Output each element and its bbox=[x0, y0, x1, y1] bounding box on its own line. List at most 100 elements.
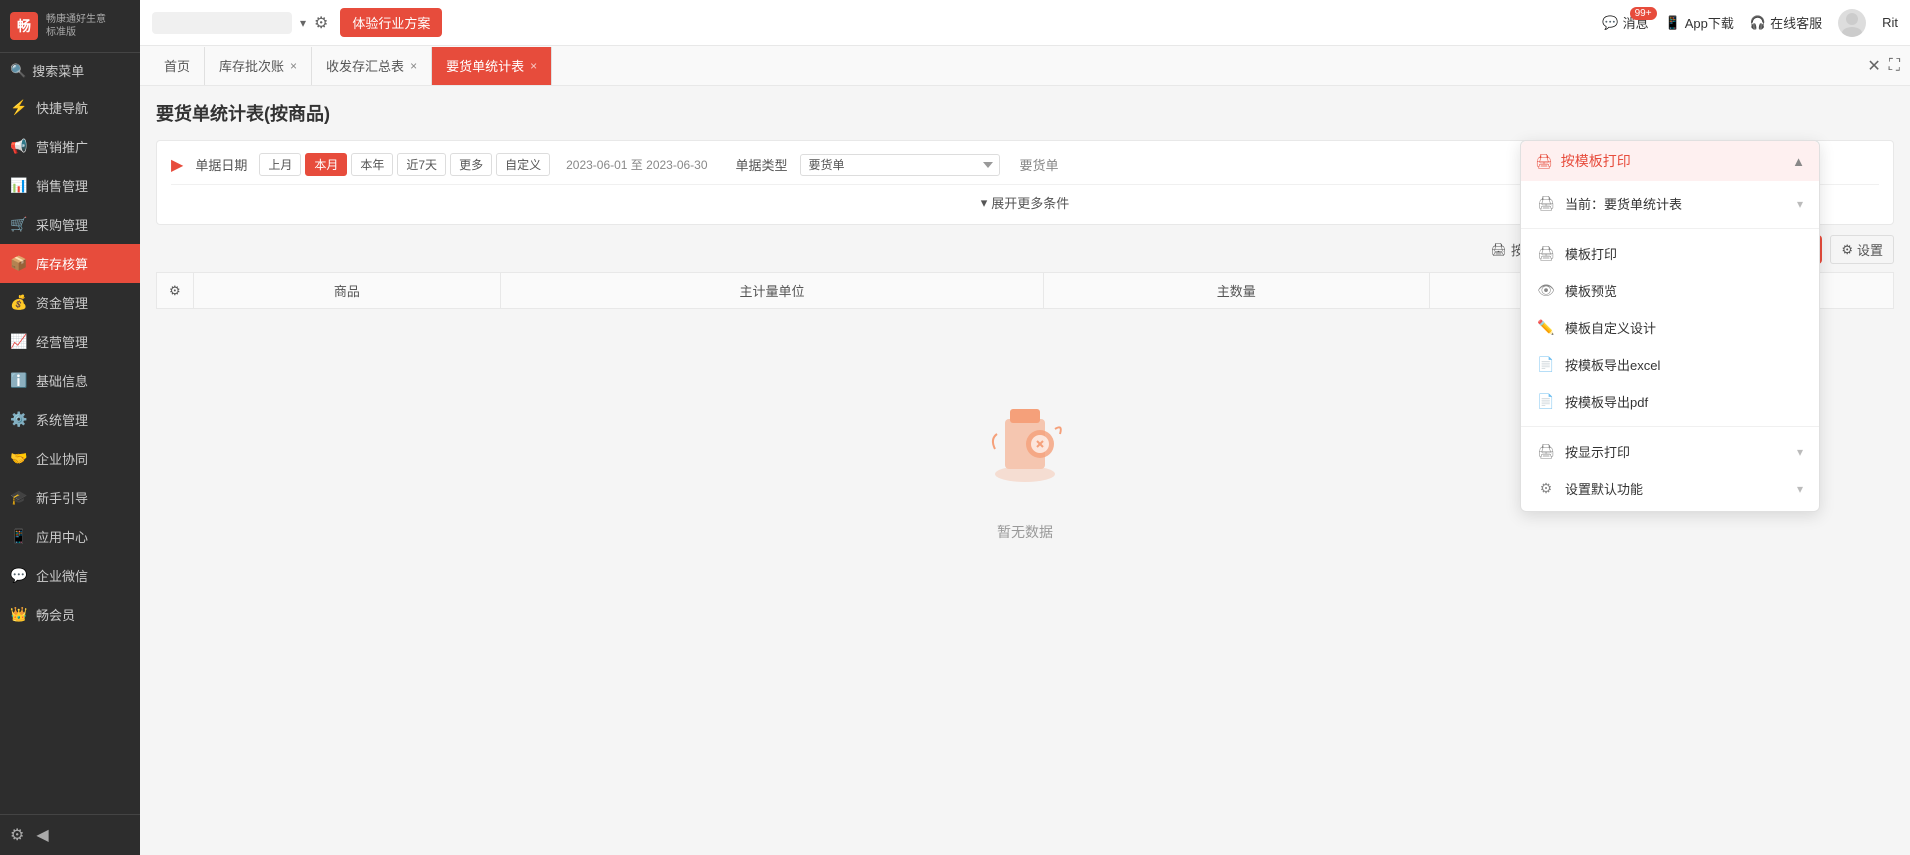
sidebar-item-wechat[interactable]: 💬 企业微信 bbox=[0, 556, 140, 595]
dropdown-section-current: 🖨 当前：要货单统计表 ▾ bbox=[1521, 181, 1819, 226]
settings-label: 设置 bbox=[1857, 240, 1883, 259]
online-service-label: 在线客服 bbox=[1770, 13, 1822, 32]
sidebar-item-label: 基础信息 bbox=[36, 371, 88, 390]
marketing-icon: 📢 bbox=[10, 138, 28, 156]
divider-2 bbox=[1521, 426, 1819, 427]
date-range-label: 2023-06-01 至 2023-06-30 bbox=[566, 156, 707, 173]
dropdown-item-export-excel[interactable]: 📄 按模板导出excel bbox=[1521, 346, 1819, 383]
sidebar-item-inventory[interactable]: 📦 库存核算 bbox=[0, 244, 140, 283]
date-btn-custom[interactable]: 自定义 bbox=[496, 153, 550, 176]
sidebar-item-label: 资金管理 bbox=[36, 293, 88, 312]
dropdown-display-print[interactable]: 🖨 按显示打印 ▾ bbox=[1521, 433, 1819, 470]
collapse-icon[interactable]: ◀ bbox=[36, 825, 48, 845]
tab-home[interactable]: 首页 bbox=[150, 47, 205, 85]
sidebar-item-finance[interactable]: 💰 资金管理 bbox=[0, 283, 140, 322]
sidebar-item-newbie[interactable]: 🎓 新手引导 bbox=[0, 478, 140, 517]
dropdown-item-template-preview[interactable]: 👁 模板预览 bbox=[1521, 272, 1819, 309]
tab-batch-account[interactable]: 库存批次账 × bbox=[205, 47, 312, 85]
sales-icon: 📊 bbox=[10, 177, 28, 195]
topbar: ▾ ⚙ 体验行业方案 💬 消息 99+ 📱 App下载 🎧 在线客服 Rit bbox=[140, 0, 1910, 46]
date-btn-7days[interactable]: 近7天 bbox=[397, 153, 446, 176]
type-filter-label: 单据类型 bbox=[736, 155, 788, 174]
logo-text: 畅康通好生意 标准版 bbox=[46, 13, 106, 39]
dropdown-item-template-print[interactable]: 🖨 模板打印 bbox=[1521, 235, 1819, 272]
topbar-dropdown-button[interactable]: ▾ bbox=[300, 16, 306, 30]
empty-text: 暂无数据 bbox=[997, 522, 1053, 542]
dropdown-header[interactable]: 🖨 按模板打印 ▲ bbox=[1521, 141, 1819, 181]
tab-collection-summary-close[interactable]: × bbox=[410, 59, 417, 73]
sidebar-item-label: 快捷导航 bbox=[36, 98, 88, 117]
sidebar-item-system[interactable]: ⚙️ 系统管理 bbox=[0, 400, 140, 439]
online-service-button[interactable]: 🎧 在线客服 bbox=[1750, 13, 1822, 32]
sidebar-logo: 畅 畅康通好生意 标准版 bbox=[0, 0, 140, 53]
chevron-up-icon: ▲ bbox=[1792, 154, 1805, 169]
settings-button[interactable]: ⚙ 设置 bbox=[1830, 235, 1894, 264]
dropdown-section-extra: 🖨 按显示打印 ▾ ⚙ 设置默认功能 ▾ bbox=[1521, 429, 1819, 511]
dropdown-title: 按模板打印 bbox=[1561, 151, 1631, 171]
dropdown-set-default[interactable]: ⚙ 设置默认功能 ▾ bbox=[1521, 470, 1819, 507]
sidebar-item-app[interactable]: 📱 应用中心 bbox=[0, 517, 140, 556]
message-button[interactable]: 💬 消息 99+ bbox=[1602, 13, 1648, 32]
tab-batch-account-close[interactable]: × bbox=[290, 59, 297, 73]
filter-date-buttons: 上月 本月 本年 近7天 更多 自定义 bbox=[259, 153, 550, 176]
sidebar-item-operation[interactable]: 📈 经营管理 bbox=[0, 322, 140, 361]
dropdown-header-right: ▲ bbox=[1792, 154, 1805, 169]
username-label[interactable]: Rit bbox=[1882, 15, 1898, 30]
tab-collection-summary-label: 收发存汇总表 bbox=[326, 56, 404, 75]
sidebar-item-shortcut[interactable]: ⚡ 快捷导航 bbox=[0, 88, 140, 127]
sidebar-item-sales[interactable]: 📊 销售管理 bbox=[0, 166, 140, 205]
sidebar-item-marketing[interactable]: 📢 营销推广 bbox=[0, 127, 140, 166]
export-pdf-icon: 📄 bbox=[1537, 393, 1555, 411]
search-menu[interactable]: 🔍 搜索菜单 bbox=[0, 53, 140, 88]
date-btn-last-month[interactable]: 上月 bbox=[259, 153, 301, 176]
dropdown-current-item[interactable]: 🖨 当前：要货单统计表 ▾ bbox=[1521, 185, 1819, 222]
tabs-bar: 首页 库存批次账 × 收发存汇总表 × 要货单统计表 × ✕ ⛶ bbox=[140, 46, 1910, 86]
topbar-settings-button[interactable]: ⚙ bbox=[314, 13, 328, 33]
app-download-button[interactable]: 📱 App下载 bbox=[1665, 13, 1734, 32]
date-filter-label: 单据日期 bbox=[195, 155, 247, 174]
phone-icon: 📱 bbox=[1665, 15, 1681, 31]
sidebar-item-basic[interactable]: ℹ️ 基础信息 bbox=[0, 361, 140, 400]
tab-order-stats-label: 要货单统计表 bbox=[446, 56, 524, 75]
sidebar-item-member[interactable]: 👑 畅会员 bbox=[0, 595, 140, 634]
topbar-right: 💬 消息 99+ 📱 App下载 🎧 在线客服 Rit bbox=[1602, 9, 1898, 37]
print-template-dropdown: 🖨 按模板打印 ▲ 🖨 当前：要货单统计表 ▾ 🖨 模板打印 👁 模板预览 ✏️… bbox=[1520, 140, 1820, 512]
col-settings[interactable]: ⚙ bbox=[157, 273, 194, 309]
date-btn-this-year[interactable]: 本年 bbox=[351, 153, 393, 176]
shortcut-icon: ⚡ bbox=[10, 99, 28, 117]
template-preview-label: 模板预览 bbox=[1565, 281, 1617, 300]
expand-label: 展开更多条件 bbox=[991, 193, 1069, 212]
industry-solution-button[interactable]: 体验行业方案 bbox=[340, 8, 442, 37]
empty-illustration bbox=[975, 389, 1075, 508]
app-icon: 📱 bbox=[10, 528, 28, 546]
divider-1 bbox=[1521, 228, 1819, 229]
tab-order-stats-close[interactable]: × bbox=[530, 59, 537, 73]
dropdown-item-template-design[interactable]: ✏️ 模板自定义设计 bbox=[1521, 309, 1819, 346]
display-print-icon: 🖨 bbox=[1537, 443, 1555, 461]
col-quantity: 主数量 bbox=[1043, 273, 1429, 309]
export-excel-icon: 📄 bbox=[1537, 356, 1555, 374]
sidebar-item-label: 营销推广 bbox=[36, 137, 88, 156]
tab-collection-summary[interactable]: 收发存汇总表 × bbox=[312, 47, 432, 85]
date-btn-this-month[interactable]: 本月 bbox=[305, 153, 347, 176]
close-window-icon[interactable]: ✕ bbox=[1867, 56, 1880, 76]
user-avatar[interactable] bbox=[1838, 9, 1866, 37]
page-title: 要货单统计表(按商品) bbox=[156, 100, 1894, 126]
settings-bottom-icon[interactable]: ⚙ bbox=[10, 825, 24, 845]
sidebar-item-collab[interactable]: 🤝 企业协同 bbox=[0, 439, 140, 478]
sidebar-nav: ⚡ 快捷导航 📢 营销推广 📊 销售管理 🛒 采购管理 📦 库存核算 💰 资金管… bbox=[0, 88, 140, 814]
template-print-icon: 🖨 bbox=[1537, 245, 1555, 263]
maximize-icon[interactable]: ⛶ bbox=[1889, 57, 1900, 75]
sidebar-item-label: 库存核算 bbox=[36, 254, 88, 273]
tab-order-stats[interactable]: 要货单统计表 × bbox=[432, 47, 552, 85]
sidebar-item-purchase[interactable]: 🛒 采购管理 bbox=[0, 205, 140, 244]
date-btn-more[interactable]: 更多 bbox=[450, 153, 492, 176]
col-unit: 主计量单位 bbox=[501, 273, 1044, 309]
purchase-icon: 🛒 bbox=[10, 216, 28, 234]
set-default-label: 设置默认功能 bbox=[1565, 479, 1643, 498]
dropdown-item-export-pdf[interactable]: 📄 按模板导出pdf bbox=[1521, 383, 1819, 420]
filter-expand-arrow[interactable]: ▶ bbox=[171, 155, 183, 175]
settings-icon: ⚙ bbox=[1841, 242, 1853, 258]
order-type-select[interactable]: 要货单 bbox=[800, 154, 1000, 176]
topbar-search-input[interactable] bbox=[152, 12, 292, 34]
